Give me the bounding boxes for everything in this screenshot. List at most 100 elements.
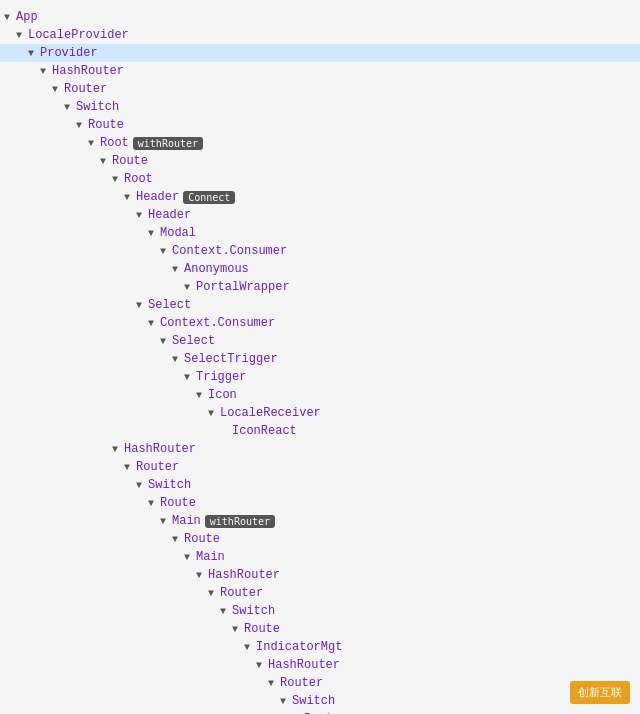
tree-node[interactable]: ▼LocaleReceiver bbox=[0, 404, 640, 422]
tree-node[interactable]: ▼Route bbox=[0, 152, 640, 170]
expand-arrow[interactable]: ▼ bbox=[148, 228, 160, 239]
expand-arrow[interactable]: ▼ bbox=[64, 102, 76, 113]
tree-node[interactable]: ▼Header bbox=[0, 206, 640, 224]
node-label: Route bbox=[184, 532, 220, 546]
node-label: Main bbox=[196, 550, 225, 564]
expand-arrow[interactable]: ▼ bbox=[184, 372, 196, 383]
watermark: 创新互联 bbox=[570, 681, 630, 704]
tree-node[interactable]: ▼HashRouter bbox=[0, 62, 640, 80]
tree-node[interactable]: ▼Select bbox=[0, 296, 640, 314]
tree-node[interactable]: ▼PortalWrapper bbox=[0, 278, 640, 296]
tree-node[interactable]: ▼Context.Consumer bbox=[0, 314, 640, 332]
node-label: Route bbox=[160, 496, 196, 510]
node-label: Icon bbox=[208, 388, 237, 402]
expand-arrow[interactable]: ▼ bbox=[160, 516, 172, 527]
expand-arrow[interactable]: ▼ bbox=[232, 624, 244, 635]
tree-node[interactable]: ▼IndicatorMgt bbox=[0, 638, 640, 656]
tree-node[interactable]: ▼Select bbox=[0, 332, 640, 350]
node-label: HashRouter bbox=[268, 658, 340, 672]
expand-arrow[interactable]: ▼ bbox=[136, 210, 148, 221]
tree-node[interactable]: ▼App bbox=[0, 8, 640, 26]
expand-arrow[interactable]: ▼ bbox=[172, 354, 184, 365]
expand-arrow[interactable]: ▼ bbox=[124, 192, 136, 203]
node-label: Root bbox=[124, 172, 153, 186]
expand-arrow[interactable]: ▼ bbox=[40, 66, 52, 77]
expand-arrow[interactable]: ▼ bbox=[136, 300, 148, 311]
expand-arrow[interactable]: ▼ bbox=[196, 390, 208, 401]
tree-node[interactable]: ▼HashRouter bbox=[0, 440, 640, 458]
tree-node[interactable]: ▼Route bbox=[0, 710, 640, 714]
expand-arrow[interactable]: ▼ bbox=[196, 570, 208, 581]
expand-arrow[interactable]: ▼ bbox=[280, 696, 292, 707]
tree-node[interactable]: ▼Switch bbox=[0, 692, 640, 710]
tree-node[interactable]: ▼Router bbox=[0, 458, 640, 476]
expand-arrow[interactable]: ▼ bbox=[256, 660, 268, 671]
tree-node[interactable]: ▼Trigger bbox=[0, 368, 640, 386]
expand-arrow[interactable]: ▼ bbox=[148, 318, 160, 329]
expand-arrow[interactable]: ▼ bbox=[4, 12, 16, 23]
node-label: Context.Consumer bbox=[172, 244, 287, 258]
tree-node[interactable]: ▼Router bbox=[0, 674, 640, 692]
expand-arrow[interactable]: ▼ bbox=[16, 30, 28, 41]
tree-node[interactable]: ▼Icon bbox=[0, 386, 640, 404]
tree-node[interactable]: IconReact bbox=[0, 422, 640, 440]
tree-node[interactable]: ▼Switch bbox=[0, 476, 640, 494]
expand-arrow[interactable]: ▼ bbox=[100, 156, 112, 167]
tree-node[interactable]: ▼Switch bbox=[0, 98, 640, 116]
tree-node[interactable]: ▼Modal bbox=[0, 224, 640, 242]
expand-arrow[interactable]: ▼ bbox=[172, 534, 184, 545]
tree-node[interactable]: ▼Root bbox=[0, 170, 640, 188]
tree-node[interactable]: ▼HashRouter bbox=[0, 656, 640, 674]
tree-node[interactable]: ▼Context.Consumer bbox=[0, 242, 640, 260]
node-label: LocaleProvider bbox=[28, 28, 129, 42]
node-label: Select bbox=[148, 298, 191, 312]
expand-arrow[interactable]: ▼ bbox=[184, 282, 196, 293]
tree-node[interactable]: ▼HashRouter bbox=[0, 566, 640, 584]
expand-arrow[interactable]: ▼ bbox=[160, 336, 172, 347]
expand-arrow[interactable]: ▼ bbox=[136, 480, 148, 491]
expand-arrow[interactable]: ▼ bbox=[124, 462, 136, 473]
node-label: Switch bbox=[76, 100, 119, 114]
node-label: Main bbox=[172, 514, 201, 528]
node-label: Root bbox=[100, 136, 129, 150]
expand-arrow[interactable]: ▼ bbox=[184, 552, 196, 563]
expand-arrow[interactable]: ▼ bbox=[88, 138, 100, 149]
expand-arrow[interactable]: ▼ bbox=[52, 84, 64, 95]
tree-node[interactable]: ▼Route bbox=[0, 116, 640, 134]
node-label: Route bbox=[244, 622, 280, 636]
node-label: Modal bbox=[160, 226, 196, 240]
expand-arrow[interactable]: ▼ bbox=[160, 246, 172, 257]
node-label: App bbox=[16, 10, 38, 24]
expand-arrow[interactable]: ▼ bbox=[244, 642, 256, 653]
tree-node[interactable]: ▼Root withRouter bbox=[0, 134, 640, 152]
node-badge: withRouter bbox=[133, 137, 203, 150]
tree-node[interactable]: ▼Switch bbox=[0, 602, 640, 620]
tree-node[interactable]: ▼MainwithRouter bbox=[0, 512, 640, 530]
node-label: HashRouter bbox=[52, 64, 124, 78]
node-label: Context.Consumer bbox=[160, 316, 275, 330]
expand-arrow[interactable]: ▼ bbox=[76, 120, 88, 131]
tree-node[interactable]: ▼Route bbox=[0, 530, 640, 548]
tree-node[interactable]: ▼Anonymous bbox=[0, 260, 640, 278]
expand-arrow[interactable]: ▼ bbox=[220, 606, 232, 617]
tree-node[interactable]: ▼LocaleProvider bbox=[0, 26, 640, 44]
tree-node[interactable]: ▼Provider bbox=[0, 44, 640, 62]
expand-arrow[interactable]: ▼ bbox=[112, 444, 124, 455]
tree-node[interactable]: ▼Main bbox=[0, 548, 640, 566]
node-label: Anonymous bbox=[184, 262, 249, 276]
tree-node[interactable]: ▼SelectTrigger bbox=[0, 350, 640, 368]
expand-arrow[interactable]: ▼ bbox=[208, 588, 220, 599]
expand-arrow[interactable]: ▼ bbox=[112, 174, 124, 185]
tree-node[interactable]: ▼HeaderConnect bbox=[0, 188, 640, 206]
node-label: HashRouter bbox=[208, 568, 280, 582]
tree-node[interactable]: ▼Router bbox=[0, 80, 640, 98]
node-label: Switch bbox=[148, 478, 191, 492]
expand-arrow[interactable]: ▼ bbox=[208, 408, 220, 419]
tree-node[interactable]: ▼Route bbox=[0, 494, 640, 512]
expand-arrow[interactable]: ▼ bbox=[28, 48, 40, 59]
tree-node[interactable]: ▼Router bbox=[0, 584, 640, 602]
expand-arrow[interactable]: ▼ bbox=[172, 264, 184, 275]
expand-arrow[interactable]: ▼ bbox=[268, 678, 280, 689]
tree-node[interactable]: ▼Route bbox=[0, 620, 640, 638]
expand-arrow[interactable]: ▼ bbox=[148, 498, 160, 509]
